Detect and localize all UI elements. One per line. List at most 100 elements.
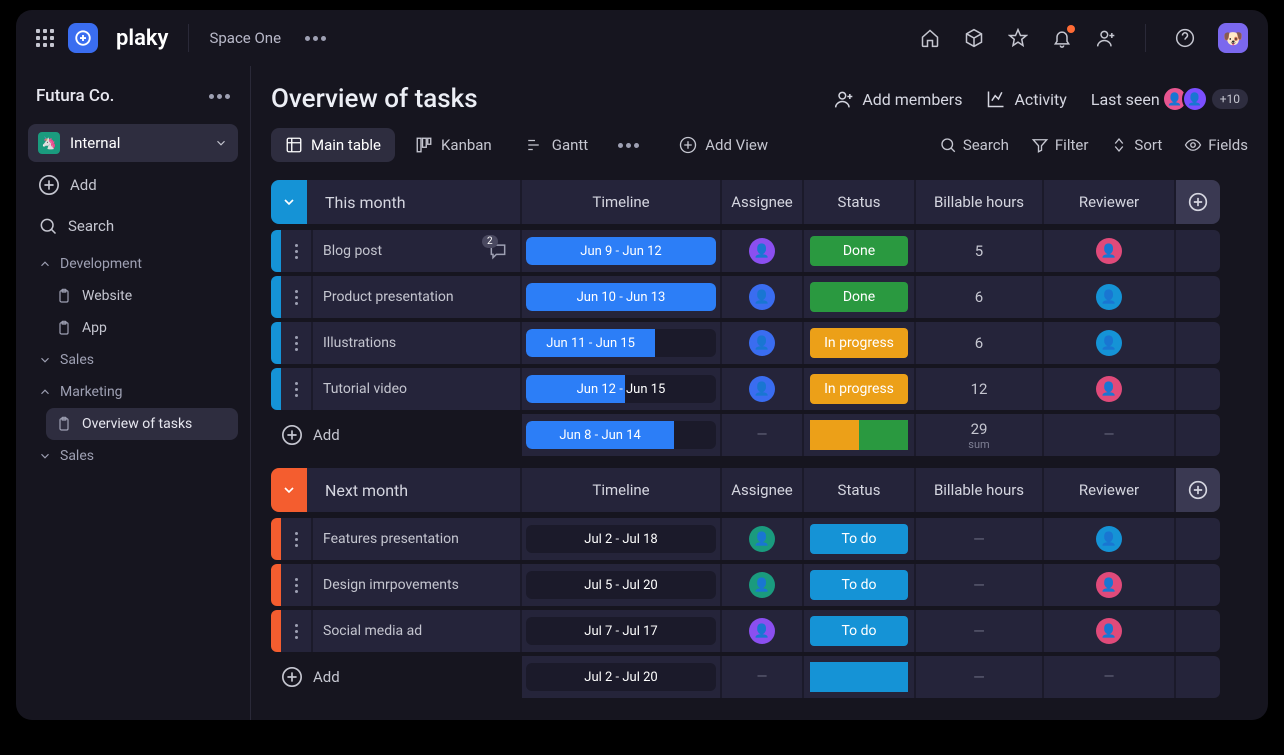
sidebar-page[interactable]: Overview of tasks bbox=[46, 408, 238, 440]
task-row[interactable]: Illustrations Jun 11 - Jun 15 👤 In progr… bbox=[271, 322, 1248, 364]
task-status[interactable]: To do bbox=[804, 564, 916, 606]
sidebar-page[interactable]: App bbox=[46, 312, 238, 344]
tool-filter[interactable]: Filter bbox=[1031, 136, 1089, 154]
col-reviewer[interactable]: Reviewer bbox=[1044, 468, 1176, 512]
task-status[interactable]: To do bbox=[804, 610, 916, 652]
task-hours[interactable]: 12 bbox=[916, 368, 1044, 410]
space-name[interactable]: Space One bbox=[209, 29, 281, 47]
task-reviewer[interactable]: 👤 bbox=[1044, 368, 1176, 410]
col-assignee[interactable]: Assignee bbox=[722, 180, 804, 224]
row-menu[interactable] bbox=[281, 276, 313, 318]
group-name[interactable]: This month bbox=[307, 180, 522, 224]
task-hours[interactable]: — bbox=[916, 518, 1044, 560]
row-menu[interactable] bbox=[281, 368, 313, 410]
group-name[interactable]: Next month bbox=[307, 468, 522, 512]
add-task-row[interactable]: Add Jul 2 - Jul 20 — — — bbox=[271, 656, 1248, 698]
group-toggle[interactable] bbox=[271, 180, 307, 224]
view-kanban[interactable]: Kanban bbox=[401, 128, 506, 162]
add-task-row[interactable]: Add Jun 8 - Jun 14 — 29sum — bbox=[271, 414, 1248, 456]
last-seen[interactable]: Last seen 👤 👤 +10 bbox=[1091, 86, 1248, 112]
add-column-button[interactable] bbox=[1176, 468, 1220, 512]
task-name[interactable]: Blog post2 bbox=[313, 230, 522, 272]
tool-sort[interactable]: Sort bbox=[1110, 136, 1162, 154]
task-hours[interactable]: 5 bbox=[916, 230, 1044, 272]
col-status[interactable]: Status bbox=[804, 468, 916, 512]
task-reviewer[interactable]: 👤 bbox=[1044, 276, 1176, 318]
activity-button[interactable]: Activity bbox=[986, 89, 1066, 109]
task-timeline[interactable]: Jun 10 - Jun 13 bbox=[522, 276, 722, 318]
task-status[interactable]: Done bbox=[804, 230, 916, 272]
task-status[interactable]: In progress bbox=[804, 368, 916, 410]
row-menu[interactable] bbox=[281, 322, 313, 364]
view-gantt[interactable]: Gantt bbox=[512, 128, 602, 162]
cube-icon[interactable] bbox=[963, 27, 985, 49]
row-menu[interactable] bbox=[281, 564, 313, 606]
task-row[interactable]: Social media ad Jul 7 - Jul 17 👤 To do —… bbox=[271, 610, 1248, 652]
task-assignee[interactable]: 👤 bbox=[722, 322, 804, 364]
task-timeline[interactable]: Jul 5 - Jul 20 bbox=[522, 564, 722, 606]
task-row[interactable]: Tutorial video Jun 12 - Jun 15 👤 In prog… bbox=[271, 368, 1248, 410]
group-toggle[interactable] bbox=[271, 468, 307, 512]
star-icon[interactable] bbox=[1007, 27, 1029, 49]
user-avatar[interactable]: 🐶 bbox=[1218, 23, 1248, 53]
task-timeline[interactable]: Jun 11 - Jun 15 bbox=[522, 322, 722, 364]
task-row[interactable]: Features presentation Jul 2 - Jul 18 👤 T… bbox=[271, 518, 1248, 560]
task-assignee[interactable]: 👤 bbox=[722, 564, 804, 606]
col-hours[interactable]: Billable hours bbox=[916, 468, 1044, 512]
task-status[interactable]: In progress bbox=[804, 322, 916, 364]
sidebar-page[interactable]: Website bbox=[46, 280, 238, 312]
add-members-button[interactable]: Add members bbox=[834, 89, 962, 109]
task-timeline[interactable]: Jul 2 - Jul 18 bbox=[522, 518, 722, 560]
row-menu[interactable] bbox=[281, 518, 313, 560]
task-assignee[interactable]: 👤 bbox=[722, 368, 804, 410]
task-assignee[interactable]: 👤 bbox=[722, 518, 804, 560]
tool-search[interactable]: Search bbox=[939, 136, 1009, 154]
comment-badge[interactable]: 2 bbox=[488, 241, 508, 261]
task-hours[interactable]: — bbox=[916, 610, 1044, 652]
row-menu[interactable] bbox=[281, 230, 313, 272]
task-row[interactable]: Blog post2 Jun 9 - Jun 12 👤 Done 5 👤 bbox=[271, 230, 1248, 272]
more-icon[interactable] bbox=[305, 36, 326, 41]
task-status[interactable]: To do bbox=[804, 518, 916, 560]
help-icon[interactable] bbox=[1174, 27, 1196, 49]
task-assignee[interactable]: 👤 bbox=[722, 276, 804, 318]
task-status[interactable]: Done bbox=[804, 276, 916, 318]
col-assignee[interactable]: Assignee bbox=[722, 468, 804, 512]
add-column-button[interactable] bbox=[1176, 180, 1220, 224]
task-reviewer[interactable]: 👤 bbox=[1044, 610, 1176, 652]
task-name[interactable]: Illustrations bbox=[313, 322, 522, 364]
home-icon[interactable] bbox=[919, 27, 941, 49]
task-hours[interactable]: 6 bbox=[916, 322, 1044, 364]
bell-icon[interactable] bbox=[1051, 27, 1073, 49]
task-name[interactable]: Features presentation bbox=[313, 518, 522, 560]
add-view-button[interactable]: Add View bbox=[665, 128, 782, 162]
sidebar-group[interactable]: Development bbox=[28, 248, 238, 280]
col-timeline[interactable]: Timeline bbox=[522, 180, 722, 224]
views-more-icon[interactable] bbox=[618, 143, 639, 148]
task-reviewer[interactable]: 👤 bbox=[1044, 322, 1176, 364]
org-more-icon[interactable] bbox=[209, 94, 230, 99]
task-name[interactable]: Tutorial video bbox=[313, 368, 522, 410]
sidebar-search[interactable]: Search bbox=[28, 208, 238, 244]
org-name[interactable]: Futura Co. bbox=[36, 86, 114, 106]
task-row[interactable]: Product presentation Jun 10 - Jun 13 👤 D… bbox=[271, 276, 1248, 318]
task-name[interactable]: Design imrpovements bbox=[313, 564, 522, 606]
col-hours[interactable]: Billable hours bbox=[916, 180, 1044, 224]
row-menu[interactable] bbox=[281, 610, 313, 652]
tool-fields[interactable]: Fields bbox=[1184, 136, 1248, 154]
task-row[interactable]: Design imrpovements Jul 5 - Jul 20 👤 To … bbox=[271, 564, 1248, 606]
task-name[interactable]: Product presentation bbox=[313, 276, 522, 318]
view-main-table[interactable]: Main table bbox=[271, 128, 395, 162]
task-assignee[interactable]: 👤 bbox=[722, 610, 804, 652]
task-timeline[interactable]: Jun 9 - Jun 12 bbox=[522, 230, 722, 272]
task-name[interactable]: Social media ad bbox=[313, 610, 522, 652]
task-assignee[interactable]: 👤 bbox=[722, 230, 804, 272]
task-reviewer[interactable]: 👤 bbox=[1044, 518, 1176, 560]
sidebar-group[interactable]: Marketing bbox=[28, 376, 238, 408]
task-hours[interactable]: 6 bbox=[916, 276, 1044, 318]
task-reviewer[interactable]: 👤 bbox=[1044, 564, 1176, 606]
task-timeline[interactable]: Jul 7 - Jul 17 bbox=[522, 610, 722, 652]
add-user-icon[interactable] bbox=[1095, 27, 1117, 49]
task-reviewer[interactable]: 👤 bbox=[1044, 230, 1176, 272]
sidebar-group[interactable]: Sales bbox=[28, 344, 238, 376]
